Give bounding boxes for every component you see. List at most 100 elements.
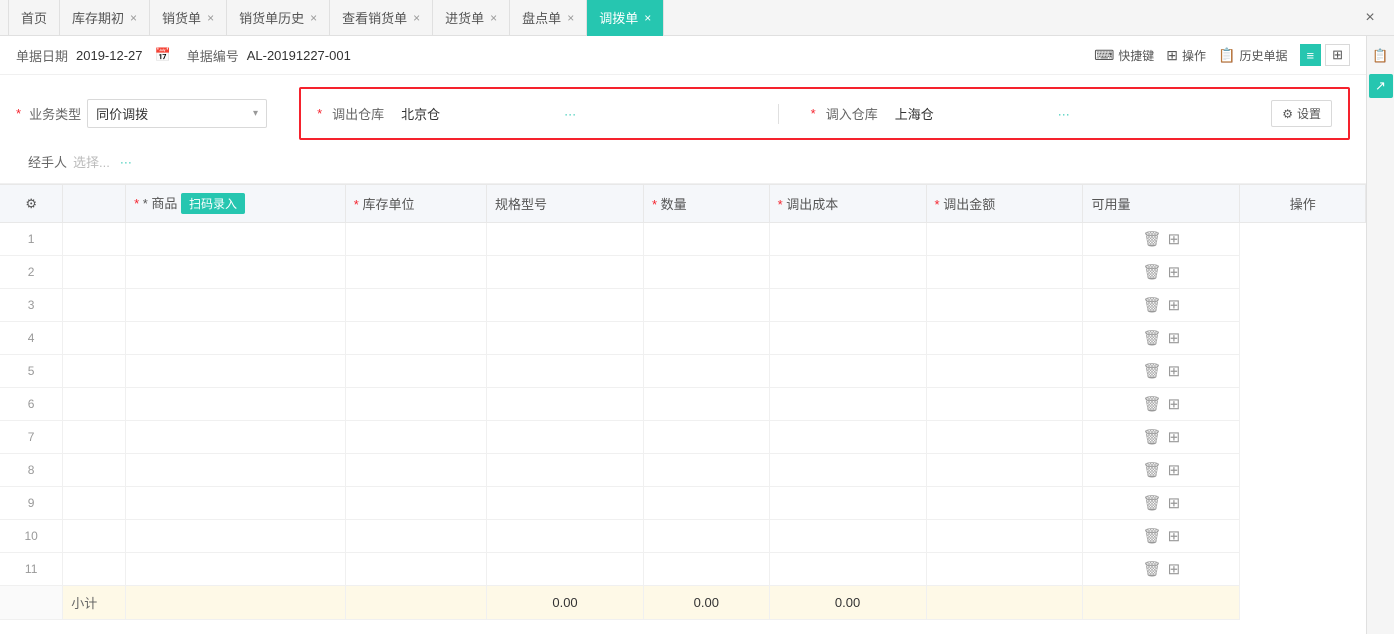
cost-cell[interactable]: [644, 388, 770, 421]
available-cell[interactable]: [926, 256, 1083, 289]
amount-cell[interactable]: [769, 421, 926, 454]
cost-cell[interactable]: [644, 289, 770, 322]
available-cell[interactable]: [926, 223, 1083, 256]
amount-cell[interactable]: [769, 553, 926, 586]
copy-button[interactable]: ⊞: [1168, 230, 1181, 248]
amount-cell[interactable]: [769, 487, 926, 520]
close-icon[interactable]: ×: [490, 11, 497, 25]
spec-cell[interactable]: [345, 355, 486, 388]
unit-cell[interactable]: [126, 553, 346, 586]
available-cell[interactable]: [926, 289, 1083, 322]
copy-button[interactable]: ⊞: [1168, 527, 1181, 545]
handler-placeholder[interactable]: 选择...: [73, 152, 110, 171]
available-cell[interactable]: [926, 553, 1083, 586]
sidebar-export-button[interactable]: ↗: [1369, 74, 1393, 98]
sidebar-list-button[interactable]: 📋: [1369, 44, 1393, 68]
delete-button[interactable]: 🗑: [1143, 395, 1162, 413]
operation-button[interactable]: ⊞ 操作: [1166, 47, 1206, 64]
qty-cell[interactable]: [487, 256, 644, 289]
qty-cell[interactable]: [487, 322, 644, 355]
qty-cell[interactable]: [487, 421, 644, 454]
available-cell[interactable]: [926, 487, 1083, 520]
delete-button[interactable]: 🗑: [1143, 329, 1162, 347]
qty-cell[interactable]: [487, 388, 644, 421]
tab-sales-order[interactable]: 销货单 ×: [150, 0, 227, 36]
delete-button[interactable]: 🗑: [1143, 362, 1162, 380]
business-type-dropdown[interactable]: 同价调拨 ▾: [87, 99, 267, 128]
qty-cell[interactable]: [487, 223, 644, 256]
qty-cell[interactable]: [487, 355, 644, 388]
amount-cell[interactable]: [769, 322, 926, 355]
cost-cell[interactable]: [644, 223, 770, 256]
delete-button[interactable]: 🗑: [1143, 494, 1162, 512]
tab-stocktake[interactable]: 盘点单 ×: [510, 0, 587, 36]
tab-home[interactable]: 首页: [8, 0, 60, 36]
qty-cell[interactable]: [487, 487, 644, 520]
product-cell[interactable]: [63, 487, 126, 520]
product-cell[interactable]: [63, 421, 126, 454]
gear-column-header[interactable]: ⚙: [0, 185, 63, 223]
cost-cell[interactable]: [644, 355, 770, 388]
amount-cell[interactable]: [769, 289, 926, 322]
product-cell[interactable]: [63, 256, 126, 289]
spec-cell[interactable]: [345, 322, 486, 355]
available-cell[interactable]: [926, 355, 1083, 388]
tab-view-sales[interactable]: 查看销货单 ×: [330, 0, 433, 36]
unit-cell[interactable]: [126, 256, 346, 289]
cost-cell[interactable]: [644, 520, 770, 553]
copy-button[interactable]: ⊞: [1168, 428, 1181, 446]
history-button[interactable]: 📋 历史单据: [1218, 47, 1287, 64]
qty-cell[interactable]: [487, 553, 644, 586]
product-cell[interactable]: [63, 388, 126, 421]
spec-cell[interactable]: [345, 520, 486, 553]
spec-cell[interactable]: [345, 223, 486, 256]
delete-button[interactable]: 🗑: [1143, 263, 1162, 281]
unit-cell[interactable]: [126, 322, 346, 355]
product-cell[interactable]: [63, 454, 126, 487]
copy-button[interactable]: ⊞: [1168, 296, 1181, 314]
close-icon[interactable]: ×: [207, 11, 214, 25]
copy-button[interactable]: ⊞: [1168, 329, 1181, 347]
product-cell[interactable]: [63, 553, 126, 586]
copy-button[interactable]: ⊞: [1168, 395, 1181, 413]
product-cell[interactable]: [63, 289, 126, 322]
copy-button[interactable]: ⊞: [1168, 461, 1181, 479]
delete-button[interactable]: 🗑: [1143, 527, 1162, 545]
amount-cell[interactable]: [769, 223, 926, 256]
cost-cell[interactable]: [644, 322, 770, 355]
spec-cell[interactable]: [345, 454, 486, 487]
amount-cell[interactable]: [769, 388, 926, 421]
shortcut-button[interactable]: ⌨ 快捷键: [1094, 47, 1154, 64]
tab-purchase[interactable]: 进货单 ×: [433, 0, 510, 36]
list-view-button[interactable]: ≡: [1300, 44, 1322, 66]
cost-cell[interactable]: [644, 256, 770, 289]
delete-button[interactable]: 🗑: [1143, 560, 1162, 578]
handler-more-icon[interactable]: ···: [120, 155, 132, 169]
calendar-icon[interactable]: 📅: [155, 47, 171, 63]
cost-cell[interactable]: [644, 454, 770, 487]
unit-cell[interactable]: [126, 520, 346, 553]
unit-cell[interactable]: [126, 223, 346, 256]
grid-view-button[interactable]: ⊞: [1325, 44, 1350, 66]
available-cell[interactable]: [926, 421, 1083, 454]
delete-button[interactable]: 🗑: [1143, 230, 1162, 248]
product-cell[interactable]: [63, 223, 126, 256]
product-cell[interactable]: [63, 322, 126, 355]
available-cell[interactable]: [926, 520, 1083, 553]
spec-cell[interactable]: [345, 553, 486, 586]
close-icon[interactable]: ×: [644, 11, 651, 25]
qty-cell[interactable]: [487, 454, 644, 487]
cost-cell[interactable]: [644, 553, 770, 586]
in-warehouse-more-icon[interactable]: ···: [1058, 107, 1070, 121]
unit-cell[interactable]: [126, 487, 346, 520]
out-warehouse-more-icon[interactable]: ···: [564, 107, 576, 121]
scan-button[interactable]: 扫码录入: [181, 193, 245, 214]
amount-cell[interactable]: [769, 355, 926, 388]
product-cell[interactable]: [63, 520, 126, 553]
available-cell[interactable]: [926, 454, 1083, 487]
spec-cell[interactable]: [345, 388, 486, 421]
out-warehouse-value[interactable]: 北京仓: [392, 99, 552, 128]
copy-button[interactable]: ⊞: [1168, 560, 1181, 578]
unit-cell[interactable]: [126, 421, 346, 454]
spec-cell[interactable]: [345, 487, 486, 520]
